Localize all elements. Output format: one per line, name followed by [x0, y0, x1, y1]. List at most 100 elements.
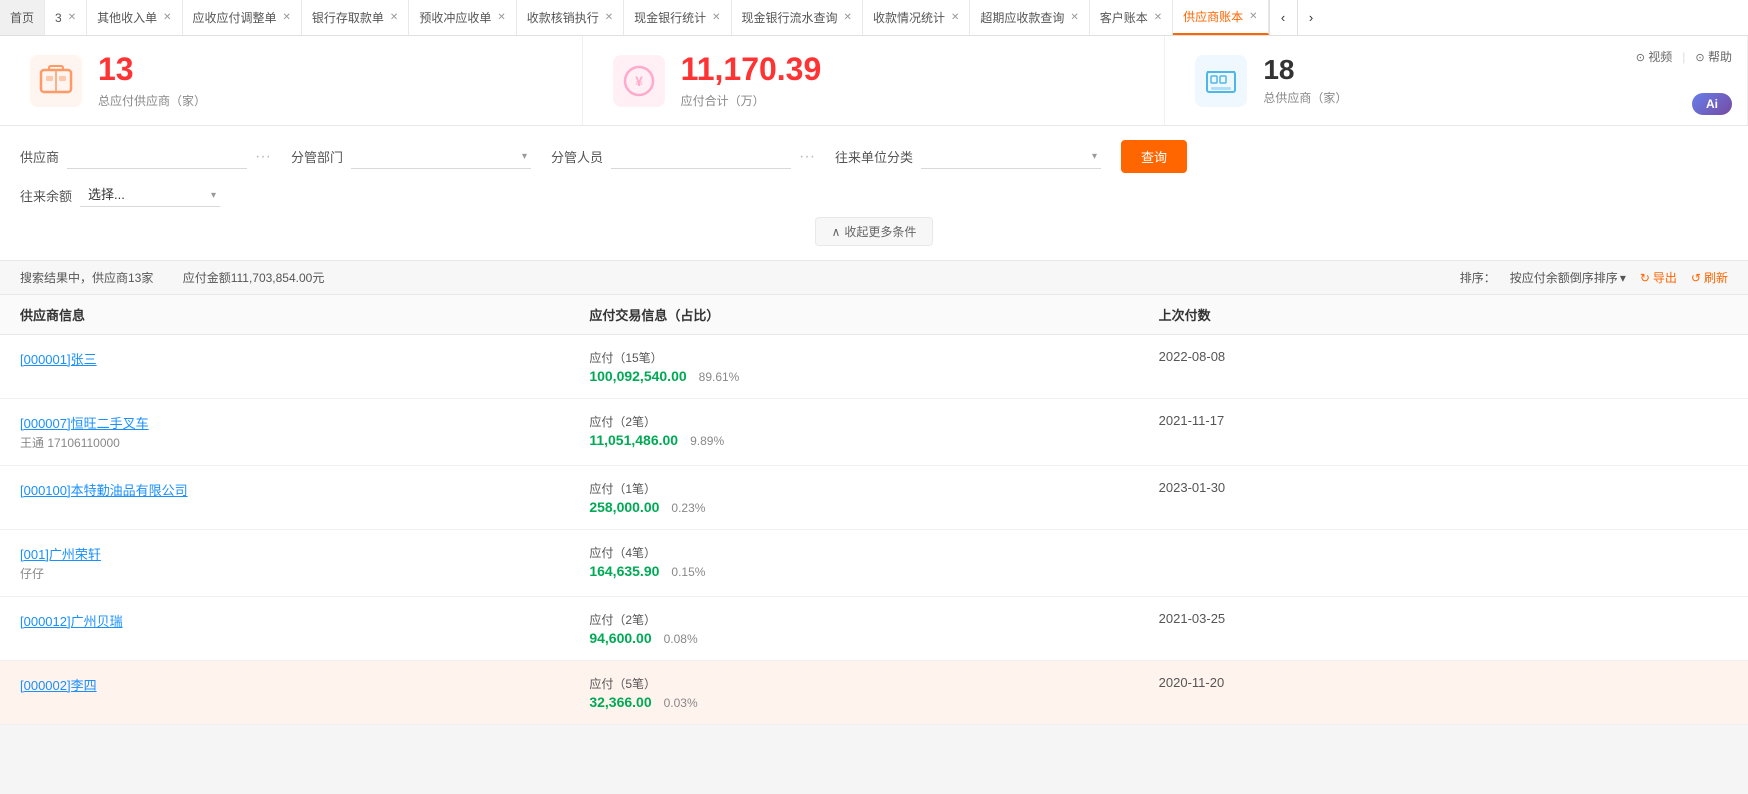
last-pay-cell: 2021-11-17 — [1159, 413, 1728, 428]
collapse-icon: ∧ — [832, 225, 841, 239]
supplier-info-cell: [000100]本特勤油品有限公司 — [20, 480, 589, 499]
export-icon: ↻ — [1640, 271, 1650, 285]
close-icon[interactable]: ✕ — [497, 12, 505, 23]
close-icon[interactable]: ✕ — [163, 12, 171, 23]
nav-item-collect-stat[interactable]: 收款情况统计 ✕ — [863, 0, 970, 35]
person-more-icon[interactable]: ··· — [799, 148, 815, 166]
close-icon[interactable]: ✕ — [844, 12, 852, 23]
last-pay-cell: 2020-11-20 — [1159, 675, 1728, 690]
nav-label-ap-adjust: 应收应付调整单 — [193, 9, 277, 26]
nav-label-home: 首页 — [10, 9, 34, 26]
close-icon[interactable]: ✕ — [605, 12, 613, 23]
supplier-link[interactable]: [000007]恒旺二手叉车 — [20, 416, 149, 431]
stat-label-total: 总供应商（家） — [1263, 89, 1347, 106]
nav-item-cash-bank-flow[interactable]: 现金银行流水查询 ✕ — [732, 0, 863, 35]
tx-amount[interactable]: 11,051,486.00 — [589, 432, 678, 448]
last-pay-date: 2021-03-25 — [1159, 611, 1226, 626]
person-input[interactable] — [611, 145, 791, 169]
stat-card-amount: ¥ 11,170.39 应付合计（万） — [583, 36, 1166, 125]
close-icon[interactable]: ✕ — [390, 12, 398, 23]
nav-item-overdue[interactable]: 超期应收款查询 ✕ — [970, 0, 1089, 35]
video-link[interactable]: ⊙ 视频 — [1636, 48, 1673, 65]
last-pay-cell: 2021-03-25 — [1159, 611, 1728, 626]
close-icon[interactable]: ✕ — [1154, 12, 1162, 23]
category-label: 往来单位分类 — [835, 147, 913, 166]
supplier-link[interactable]: [000100]本特勤油品有限公司 — [20, 483, 188, 498]
filter-person: 分管人员 ··· — [551, 145, 815, 169]
tx-label: 应付（1笔） — [589, 480, 1158, 497]
stat-label-amount: 应付合计（万） — [681, 92, 822, 109]
tx-amount[interactable]: 258,000.00 — [589, 499, 659, 515]
stat-icon-amount: ¥ — [613, 55, 665, 107]
balance-select-wrap: 选择... ▾ — [80, 183, 220, 207]
nav-arrow-right[interactable]: › — [1297, 0, 1325, 36]
close-icon[interactable]: ✕ — [1070, 12, 1078, 23]
tx-percent: 0.23% — [671, 501, 705, 515]
category-select-wrap: ▾ — [921, 145, 1101, 169]
close-icon[interactable]: ✕ — [712, 12, 720, 23]
category-select[interactable] — [921, 145, 1101, 169]
refresh-icon: ↺ — [1691, 271, 1701, 285]
col-last-pay: 上次付数 — [1159, 305, 1728, 324]
nav-item-ap-adjust[interactable]: 应收应付调整单 ✕ — [183, 0, 302, 35]
supplier-link[interactable]: [000001]张三 — [20, 352, 97, 367]
filter-dept: 分管部门 ▾ — [291, 145, 531, 169]
tx-info-cell: 应付（5笔） 32,366.00 0.03% — [589, 675, 1158, 710]
result-summary: 搜索结果中，供应商13家 应付金额111,703,854.00元 — [20, 269, 356, 286]
supplier-link[interactable]: [001]广州荣轩 — [20, 547, 101, 562]
nav-item-customer[interactable]: 客户账本 ✕ — [1090, 0, 1173, 35]
nav-item-collect-exec[interactable]: 收款核销执行 ✕ — [517, 0, 624, 35]
tx-info-cell: 应付（15笔） 100,092,540.00 89.61% — [589, 349, 1158, 384]
nav-item-cash-bank-stat[interactable]: 现金银行统计 ✕ — [624, 0, 731, 35]
collapse-button[interactable]: ∧ 收起更多条件 — [815, 217, 934, 246]
stat-number-amount: 11,170.39 — [681, 52, 822, 87]
supplier-input[interactable] — [67, 145, 247, 169]
filter-supplier: 供应商 ··· — [20, 145, 271, 169]
last-pay-date: 2022-08-08 — [1159, 349, 1226, 364]
ai-button[interactable]: Ai — [1692, 93, 1732, 115]
sort-button[interactable]: 按应付余额倒序排序 ▾ — [1510, 269, 1626, 286]
help-link[interactable]: ⊙ 帮助 — [1695, 48, 1732, 65]
nav-item-tab1[interactable]: 3 ✕ — [45, 0, 87, 35]
nav-arrow-left[interactable]: ‹ — [1269, 0, 1297, 36]
tx-amount[interactable]: 94,600.00 — [589, 630, 651, 646]
table: 供应商信息 应付交易信息（占比） 上次付数 [000001]张三 应付（15笔）… — [0, 295, 1748, 725]
nav-label-cash-bank-flow: 现金银行流水查询 — [742, 9, 838, 26]
col-tx-info: 应付交易信息（占比） — [589, 305, 1158, 324]
dept-select[interactable] — [351, 145, 531, 169]
tx-amount[interactable]: 32,366.00 — [589, 694, 651, 710]
tx-amount[interactable]: 164,635.90 — [589, 563, 659, 579]
nav-item-other-income[interactable]: 其他收入单 ✕ — [87, 0, 182, 35]
supplier-link[interactable]: [000002]李四 — [20, 678, 97, 693]
search-button[interactable]: 查询 — [1121, 140, 1187, 173]
export-button[interactable]: ↻ 导出 — [1640, 269, 1677, 286]
tx-percent: 0.03% — [664, 696, 698, 710]
nav-item-home[interactable]: 首页 — [0, 0, 45, 35]
tx-amount-row: 94,600.00 0.08% — [589, 628, 1158, 646]
nav-item-bank-deposit[interactable]: 银行存取款单 ✕ — [302, 0, 409, 35]
header-stats: 13 总应付供应商（家） ¥ 11,170.39 应付合计（万） — [0, 36, 1748, 126]
filter-area: 供应商 ··· 分管部门 ▾ 分管人员 ··· 往来单位分类 — [0, 126, 1748, 261]
close-icon[interactable]: ✕ — [68, 12, 76, 23]
stat-card-suppliers: 13 总应付供应商（家） — [0, 36, 583, 125]
supplier-info-cell: [001]广州荣轩 仔仔 — [20, 544, 589, 582]
tx-label: 应付（4笔） — [589, 544, 1158, 561]
close-icon[interactable]: ✕ — [1249, 11, 1257, 22]
refresh-button[interactable]: ↺ 刷新 — [1691, 269, 1728, 286]
supplier-more-icon[interactable]: ··· — [255, 148, 271, 166]
close-icon[interactable]: ✕ — [283, 12, 291, 23]
table-body: [000001]张三 应付（15笔） 100,092,540.00 89.61%… — [0, 335, 1748, 725]
nav-label-prepay: 预收冲应收单 — [419, 9, 491, 26]
col-supplier-info: 供应商信息 — [20, 305, 589, 324]
nav-item-supplier[interactable]: 供应商账本 ✕ — [1173, 0, 1268, 35]
balance-select[interactable]: 选择... — [80, 183, 220, 207]
supplier-info-cell: [000007]恒旺二手叉车 王通 17106110000 — [20, 413, 589, 451]
supplier-info-cell: [000001]张三 — [20, 349, 589, 368]
supplier-link[interactable]: [000012]广州贝瑞 — [20, 614, 123, 629]
tx-info-cell: 应付（1笔） 258,000.00 0.23% — [589, 480, 1158, 515]
close-icon[interactable]: ✕ — [951, 12, 959, 23]
nav-item-prepay[interactable]: 预收冲应收单 ✕ — [409, 0, 516, 35]
tx-amount[interactable]: 100,092,540.00 — [589, 368, 686, 384]
stat-icon-total — [1195, 55, 1247, 107]
tx-amount-row: 100,092,540.00 89.61% — [589, 366, 1158, 384]
